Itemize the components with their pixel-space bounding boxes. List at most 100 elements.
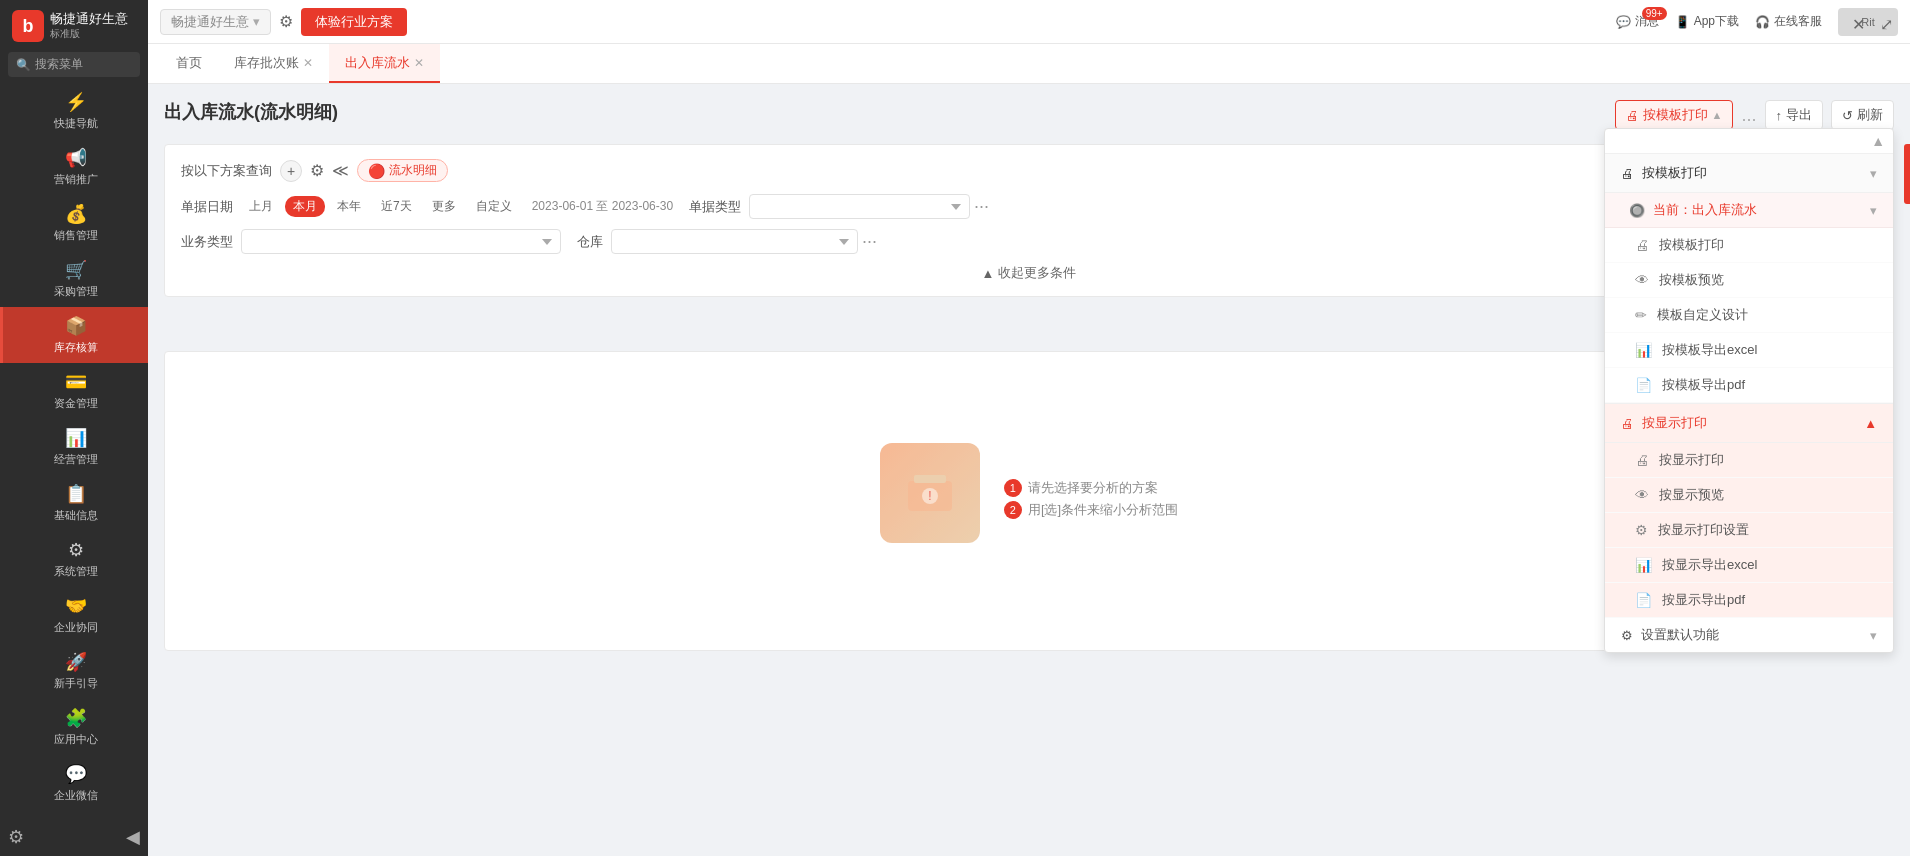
dropdown-template-print-label: 按模板打印	[1659, 236, 1724, 254]
default-section-label: 设置默认功能	[1641, 626, 1719, 644]
date-option-this-month[interactable]: 本月	[285, 196, 325, 217]
online-service-btn[interactable]: 🎧 在线客服	[1755, 13, 1822, 30]
filter-config-icon[interactable]: ⚙	[310, 161, 324, 180]
sidebar-item-inventory[interactable]: 📦 库存核算	[0, 307, 148, 363]
dropdown-display-settings-item[interactable]: ⚙ 按显示打印设置	[1605, 513, 1893, 548]
print-template-btn[interactable]: 🖨 按模板打印 ▲	[1615, 100, 1734, 130]
page-title: 出入库流水(流水明细)	[164, 100, 338, 124]
date-option-this-year[interactable]: 本年	[329, 196, 369, 217]
display-print-chevron-icon: ▲	[1864, 416, 1877, 431]
dropdown-default-section[interactable]: ⚙ 设置默认功能 ▾	[1605, 618, 1893, 652]
warehouse-field: 仓库 ···	[577, 229, 877, 254]
display-print-header-label: 按显示打印	[1642, 414, 1707, 432]
resize-handle[interactable]	[1904, 144, 1910, 204]
dropdown-current-label[interactable]: 🔘 当前：出入库流水 ▾	[1605, 193, 1893, 228]
empty-illustration: !	[880, 443, 980, 543]
warehouse-more[interactable]: ···	[862, 231, 877, 252]
dropdown-template-preview-item[interactable]: 👁 按模板预览	[1605, 263, 1893, 298]
sidebar-item-basic[interactable]: 📋 基础信息	[0, 475, 148, 531]
app-download-icon: 📱	[1675, 15, 1690, 29]
sidebar-item-guide[interactable]: 🚀 新手引导	[0, 643, 148, 699]
date-option-custom[interactable]: 自定义	[468, 196, 520, 217]
dropdown-template-custom-item[interactable]: ✏ 模板自定义设计	[1605, 298, 1893, 333]
messages-badge: 99+	[1642, 7, 1667, 20]
dropdown-template-print-header[interactable]: 🖨 按模板打印 ▾	[1605, 154, 1893, 193]
industry-btn[interactable]: 体验行业方案	[301, 8, 407, 36]
basic-icon: 📋	[65, 483, 87, 505]
export-btn[interactable]: ↑ 导出	[1765, 100, 1824, 130]
dropdown-display-print-item[interactable]: 🖨 按显示打印	[1605, 443, 1893, 478]
dropdown-template-preview-icon: 👁	[1635, 272, 1649, 288]
tip-num-2: 2	[1004, 501, 1022, 519]
dropdown-template-excel-item[interactable]: 📊 按模板导出excel	[1605, 333, 1893, 368]
voucher-type-wrap: ···	[749, 194, 989, 219]
dropdown-display-pdf-item[interactable]: 📄 按显示导出pdf	[1605, 583, 1893, 618]
cooperation-icon: 🤝	[65, 595, 87, 617]
dropdown-template-print-item[interactable]: 🖨 按模板打印	[1605, 228, 1893, 263]
sidebar-item-nav[interactable]: ⚡ 快捷导航	[0, 83, 148, 139]
tab-batch-account[interactable]: 库存批次账 ✕	[218, 44, 329, 83]
topbar-settings-icon[interactable]: ⚙	[279, 12, 293, 31]
search-menu[interactable]: 🔍 搜索菜单	[8, 52, 140, 77]
dropdown-template-pdf-item[interactable]: 📄 按模板导出pdf	[1605, 368, 1893, 403]
date-option-last-month[interactable]: 上月	[241, 196, 281, 217]
sidebar-bottom: ⚙ ◀	[0, 818, 148, 856]
dropdown-display-excel-item[interactable]: 📊 按显示导出excel	[1605, 548, 1893, 583]
refresh-btn[interactable]: ↺ 刷新	[1831, 100, 1894, 130]
scroll-up-arrow-icon[interactable]: ▲	[1871, 133, 1885, 149]
business-type-select[interactable]	[241, 229, 561, 254]
date-options: 上月 本月 本年 近7天 更多 自定义	[241, 196, 520, 217]
voucher-type-field: 单据类型 ···	[689, 194, 989, 219]
print-chevron-icon: ▲	[1712, 109, 1723, 121]
logo-icon: b	[12, 10, 44, 42]
apps-label: 应用中心	[54, 732, 98, 747]
sidebar-settings-icon[interactable]: ⚙	[8, 826, 24, 848]
dropdown-display-pdf-label: 按显示导出pdf	[1662, 591, 1745, 609]
sidebar-item-finance[interactable]: 💳 资金管理	[0, 363, 148, 419]
nav-icon: ⚡	[65, 91, 87, 113]
messages-btn[interactable]: 💬 消息 99+	[1616, 13, 1659, 30]
action-more-icon[interactable]: ...	[1741, 105, 1756, 126]
sidebar-item-operation[interactable]: 📊 经营管理	[0, 419, 148, 475]
sidebar-item-member[interactable]: 👑 畅会员	[0, 811, 148, 818]
tab-flow[interactable]: 出入库流水 ✕	[329, 44, 440, 83]
sidebar-item-cooperation[interactable]: 🤝 企业协同	[0, 587, 148, 643]
inventory-icon: 📦	[65, 315, 87, 337]
dropdown-display-print-header[interactable]: 🖨 按显示打印 ▲	[1605, 403, 1893, 443]
sidebar-collapse-icon[interactable]: ◀	[126, 826, 140, 848]
warehouse-select[interactable]	[611, 229, 858, 254]
dropdown-display-excel-icon: 📊	[1635, 557, 1652, 573]
template-print-header-icon: 🖨	[1621, 166, 1634, 181]
sidebar-item-marketing[interactable]: 📢 营销推广	[0, 139, 148, 195]
sidebar-item-system[interactable]: ⚙ 系统管理	[0, 531, 148, 587]
quick-tag[interactable]: 🔴 流水明细	[357, 159, 448, 182]
date-option-7days[interactable]: 近7天	[373, 196, 420, 217]
window-close-btn[interactable]: ✕	[1846, 12, 1870, 36]
sidebar-item-sales[interactable]: 💰 销售管理	[0, 195, 148, 251]
app-download-btn[interactable]: 📱 App下载	[1675, 13, 1739, 30]
display-print-header-icon: 🖨	[1621, 416, 1634, 431]
guide-icon: 🚀	[65, 651, 87, 673]
voucher-type-select[interactable]	[749, 194, 970, 219]
sidebar-item-apps[interactable]: 🧩 应用中心	[0, 699, 148, 755]
collapse-more-label: 收起更多条件	[998, 264, 1076, 282]
empty-state: ! 1 请先选择要分析的方案 2 用[选]条件来缩小分析范围	[880, 443, 1178, 559]
date-option-more[interactable]: 更多	[424, 196, 464, 217]
window-maximize-btn[interactable]: ⤢	[1874, 12, 1898, 36]
dropdown-display-pdf-icon: 📄	[1635, 592, 1652, 608]
filter-add-btn[interactable]: +	[280, 160, 302, 182]
finance-icon: 💳	[65, 371, 87, 393]
breadcrumb-input[interactable]: 畅捷通好生意 ▾	[160, 9, 271, 35]
tab-flow-close[interactable]: ✕	[414, 56, 424, 70]
sidebar-item-wechat[interactable]: 💬 企业微信	[0, 755, 148, 811]
app-version: 标准版	[50, 27, 128, 41]
empty-tip-1: 1 请先选择要分析的方案	[1004, 479, 1178, 497]
voucher-type-more[interactable]: ···	[974, 196, 989, 217]
sidebar-item-purchase[interactable]: 🛒 采购管理	[0, 251, 148, 307]
dropdown-display-preview-item[interactable]: 👁 按显示预览	[1605, 478, 1893, 513]
page-content: 出入库流水(流水明细) 🖨 按模板打印 ▲ ... ↑ 导出 ↺ 刷新 按以下方…	[148, 84, 1910, 856]
filter-collapse-icon[interactable]: ≪	[332, 161, 349, 180]
tab-home[interactable]: 首页	[160, 44, 218, 83]
purchase-label: 采购管理	[54, 284, 98, 299]
tab-batch-account-close[interactable]: ✕	[303, 56, 313, 70]
